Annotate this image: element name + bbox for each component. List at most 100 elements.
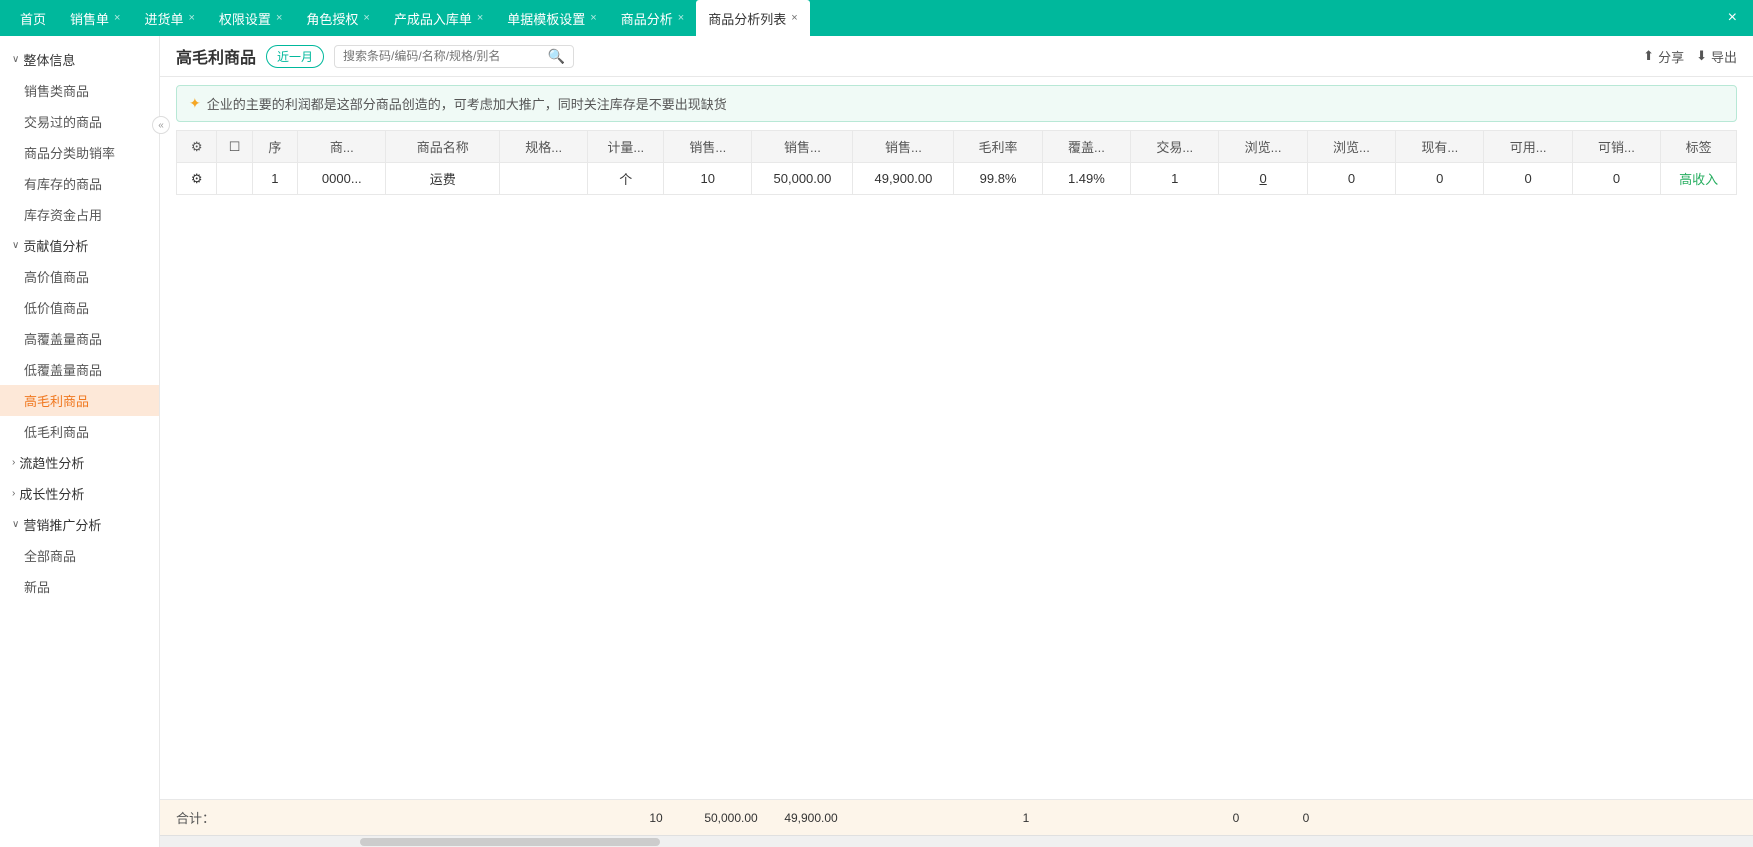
top-navigation: 首页销售单×进货单×权限设置×角色授权×产成品入库单×单据模板设置×商品分析×商…: [0, 0, 1753, 36]
col-header-sales_cost[interactable]: 销售...: [853, 131, 954, 163]
nav-close-icon[interactable]: ×: [477, 12, 483, 24]
nav-item-单据模板设置[interactable]: 单据模板设置×: [495, 0, 608, 36]
col-header-available[interactable]: 可用...: [1484, 131, 1572, 163]
footer-summary: 合计： 1050,000.0049,900.00100: [160, 799, 1753, 835]
export-button[interactable]: ⬇ 导出: [1696, 47, 1737, 66]
footer-cell-transactions: 1: [991, 811, 1061, 825]
sidebar-item-库存资金占用[interactable]: 库存资金占用: [0, 199, 159, 230]
sidebar-item-交易过的商品[interactable]: 交易过的商品: [0, 106, 159, 137]
col-header-seq[interactable]: 序: [252, 131, 297, 163]
col-header-sales_amount[interactable]: 销售...: [752, 131, 853, 163]
cell-sales_qty: 10: [664, 163, 752, 195]
main-layout: ∨ 整体信息销售类商品交易过的商品商品分类助销率有库存的商品库存资金占用∨贡献值分…: [0, 36, 1753, 847]
sidebar-item-销售类商品[interactable]: 销售类商品: [0, 75, 159, 106]
sidebar-item-高毛利商品[interactable]: 高毛利商品: [0, 385, 159, 416]
sidebar: ∨ 整体信息销售类商品交易过的商品商品分类助销率有库存的商品库存资金占用∨贡献值分…: [0, 36, 160, 847]
footer-cell-seq: [295, 811, 331, 825]
footer-cell-settings: [235, 811, 267, 825]
cell-coverage: 1.49%: [1042, 163, 1130, 195]
col-header-name[interactable]: 商品名称: [386, 131, 500, 163]
sidebar-group-营销推广分析[interactable]: ∨ 营销推广分析: [0, 509, 159, 540]
sidebar-group-label: 整体信息: [23, 50, 75, 69]
nav-item-进货单[interactable]: 进货单×: [132, 0, 206, 36]
cell-sales_cost: 49,900.00: [853, 163, 954, 195]
nav-close-icon[interactable]: ×: [590, 12, 596, 24]
col-header-transactions[interactable]: 交易...: [1131, 131, 1219, 163]
cell-code: 0000...: [298, 163, 386, 195]
sidebar-group-流趋性分析[interactable]: ›流趋性分析: [0, 447, 159, 478]
nav-item-权限设置[interactable]: 权限设置×: [207, 0, 294, 36]
nav-item-角色授权[interactable]: 角色授权×: [294, 0, 381, 36]
sidebar-group-arrow: ∨: [12, 54, 19, 65]
sidebar-item-低价值商品[interactable]: 低价值商品: [0, 292, 159, 323]
footer-cell-name: [401, 811, 491, 825]
col-header-settings[interactable]: ⚙: [177, 131, 217, 163]
cell-seq: 1: [252, 163, 297, 195]
sidebar-collapse-button[interactable]: «: [152, 116, 170, 134]
nav-close-icon[interactable]: ×: [276, 12, 282, 24]
col-header-unit[interactable]: 计量...: [588, 131, 664, 163]
col-header-coverage[interactable]: 覆盖...: [1042, 131, 1130, 163]
col-header-sales_qty[interactable]: 销售...: [664, 131, 752, 163]
col-header-code[interactable]: 商...: [298, 131, 386, 163]
nav-close-icon[interactable]: ×: [188, 12, 194, 24]
cell-sales_amount: 50,000.00: [752, 163, 853, 195]
footer-cell-sales_qty: 10: [621, 811, 691, 825]
sidebar-group-贡献值分析[interactable]: ∨贡献值分析: [0, 230, 159, 261]
col-header-gross_margin[interactable]: 毛利率: [954, 131, 1042, 163]
col-header-saleable[interactable]: 可销...: [1572, 131, 1660, 163]
nav-item-销售单[interactable]: 销售单×: [58, 0, 132, 36]
col-header-current_stock[interactable]: 现有...: [1396, 131, 1484, 163]
nav-item-商品分析[interactable]: 商品分析×: [609, 0, 696, 36]
info-text: 企业的主要的利润都是这部分商品创造的，可考虑加大推广，同时关注库存是不要出现缺货: [207, 94, 727, 113]
sidebar-item-高覆盖量商品[interactable]: 高覆盖量商品: [0, 323, 159, 354]
content-header: 高毛利商品 近一月 🔍 ⬆ 分享 ⬇ 导出: [160, 36, 1753, 77]
share-button[interactable]: ⬆ 分享: [1643, 47, 1684, 66]
sidebar-item-低覆盖量商品[interactable]: 低覆盖量商品: [0, 354, 159, 385]
info-icon: ✦: [189, 95, 201, 112]
window-close-button[interactable]: ×: [1720, 9, 1745, 27]
nav-item-首页[interactable]: 首页: [8, 0, 58, 36]
cell-browse2[interactable]: 0: [1307, 163, 1395, 195]
footer-cell-available: 0: [1271, 811, 1341, 825]
horizontal-scrollbar[interactable]: [160, 835, 1753, 847]
sidebar-group-整体信息[interactable]: ∨ 整体信息: [0, 44, 159, 75]
footer-cell-sales_cost: 49,900.00: [771, 811, 851, 825]
footer-cell-browse1: [1061, 811, 1131, 825]
cell-check: [217, 163, 252, 195]
sidebar-group-label: 营销推广分析: [23, 515, 101, 534]
cell-browse1[interactable]: 0: [1219, 163, 1307, 195]
cell-name: 运费: [386, 163, 500, 195]
footer-cell-code: [331, 811, 401, 825]
col-header-tag[interactable]: 标签: [1661, 131, 1737, 163]
col-header-browse1[interactable]: 浏览...: [1219, 131, 1307, 163]
sidebar-item-商品分类助销率[interactable]: 商品分类助销率: [0, 137, 159, 168]
col-header-spec[interactable]: 规格...: [500, 131, 588, 163]
nav-close-icon[interactable]: ×: [363, 12, 369, 24]
nav-item-产成品入库单[interactable]: 产成品入库单×: [382, 0, 495, 36]
sidebar-item-全部商品[interactable]: 全部商品: [0, 540, 159, 571]
period-button[interactable]: 近一月: [266, 45, 324, 68]
sidebar-group-成长性分析[interactable]: ›成长性分析: [0, 478, 159, 509]
cell-unit: 个: [588, 163, 664, 195]
nav-item-商品分析列表[interactable]: 商品分析列表×: [696, 0, 809, 36]
col-header-check[interactable]: ☐: [217, 131, 252, 163]
scrollbar-thumb[interactable]: [360, 838, 660, 846]
col-header-browse2[interactable]: 浏览...: [1307, 131, 1395, 163]
footer-cell-browse2: [1131, 811, 1201, 825]
search-icon[interactable]: 🔍: [548, 48, 565, 65]
sidebar-item-有库存的商品[interactable]: 有库存的商品: [0, 168, 159, 199]
nav-close-icon[interactable]: ×: [791, 12, 797, 24]
footer-cell-tag: [1411, 811, 1471, 825]
sidebar-group-arrow: ∨: [12, 519, 19, 530]
data-table: ⚙☐序商...商品名称规格...计量...销售...销售...销售...毛利率覆…: [176, 130, 1737, 195]
sidebar-item-新品[interactable]: 新品: [0, 571, 159, 602]
header-actions: ⬆ 分享 ⬇ 导出: [1643, 47, 1737, 66]
sidebar-item-高价值商品[interactable]: 高价值商品: [0, 261, 159, 292]
nav-close-icon[interactable]: ×: [678, 12, 684, 24]
search-input[interactable]: [343, 49, 548, 63]
sidebar-group-label: 成长性分析: [19, 484, 84, 503]
sidebar-item-低毛利商品[interactable]: 低毛利商品: [0, 416, 159, 447]
nav-close-icon[interactable]: ×: [114, 12, 120, 24]
sidebar-group-arrow: ›: [12, 457, 15, 468]
